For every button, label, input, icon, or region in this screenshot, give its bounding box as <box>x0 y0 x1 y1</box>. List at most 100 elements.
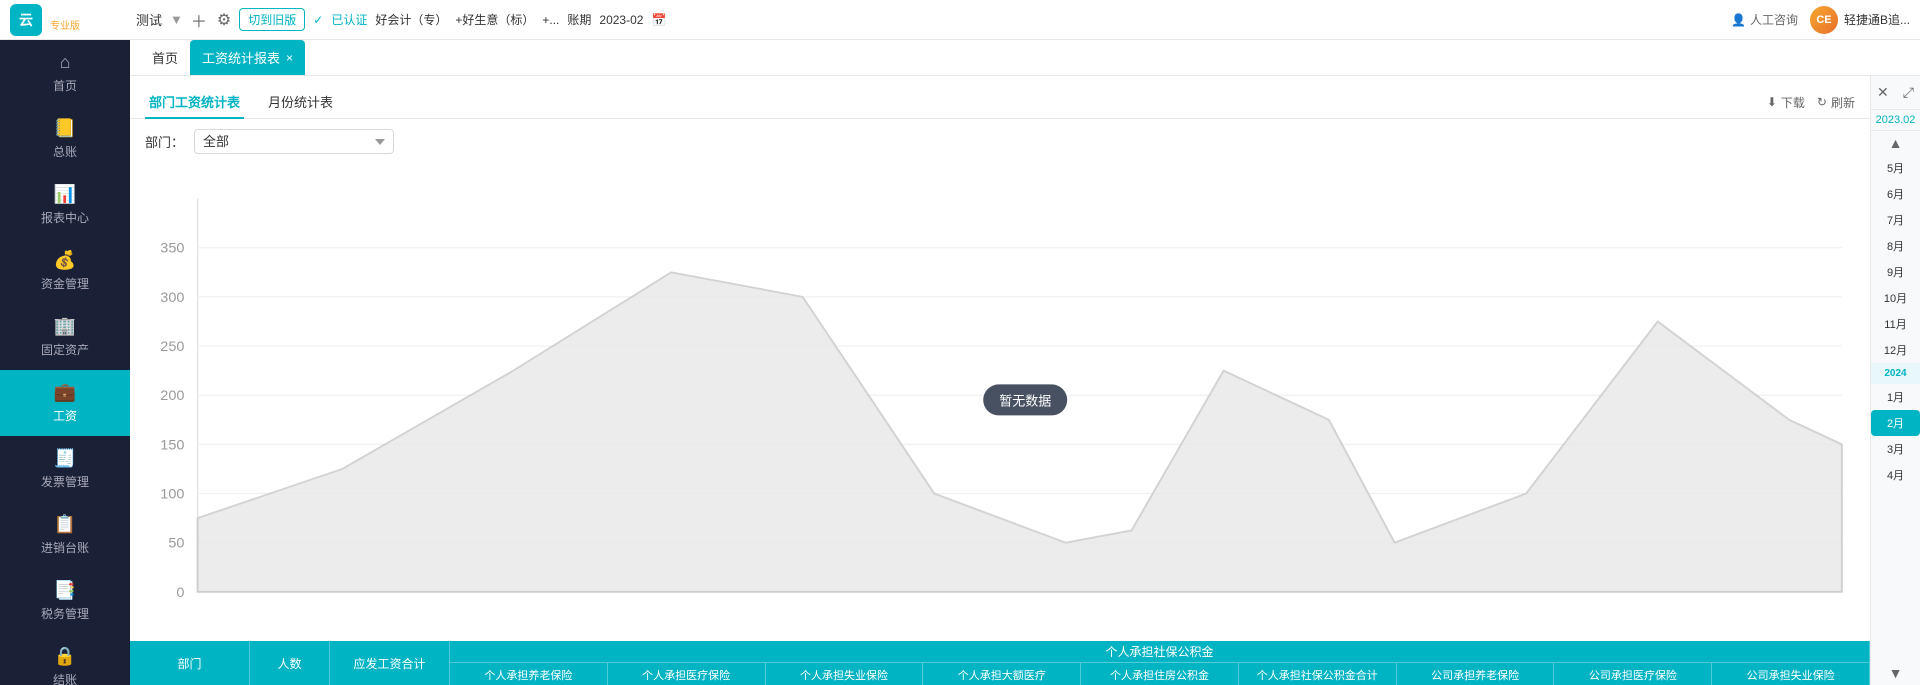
switch-button[interactable]: 切到旧版 <box>239 8 305 31</box>
sidebar-label-总账: 总账 <box>53 143 77 160</box>
status-good: 好会计（专） <box>375 11 447 28</box>
sidebar-item-发票管理[interactable]: 🧾 发票管理 <box>0 436 130 502</box>
header-left: 云 畅捷通好会计 专业版 <box>10 4 116 36</box>
avatar: CE <box>1810 6 1838 34</box>
tab-home[interactable]: 首页 <box>140 40 190 75</box>
dept-filter-select[interactable]: 全部财务部销售部行政部技术部 <box>194 129 394 154</box>
sub-tabs: 部门工资统计表 月份统计表 ⬇ 下载 ↻ 刷新 <box>130 76 1870 119</box>
month-9[interactable]: 9月 <box>1871 259 1920 285</box>
status-business: +好生意（标） <box>455 11 534 28</box>
col-company-pension: 公司承担养老保险 <box>1397 663 1555 685</box>
scroll-up-button[interactable]: ▲ <box>1885 131 1907 155</box>
sidebar-label-首页: 首页 <box>53 77 77 94</box>
page-content: 部门工资统计表 月份统计表 ⬇ 下载 ↻ 刷新 <box>130 76 1920 685</box>
test-label: 测试 <box>136 10 162 29</box>
sidebar-item-进销台账[interactable]: 📋进销台账 <box>0 502 130 568</box>
svg-text:350: 350 <box>160 240 184 255</box>
col-personal-total: 个人承担社保公积金合计 <box>1239 663 1397 685</box>
close-panel-button[interactable]: ✕ <box>1877 84 1889 101</box>
filter-bar: 部门： 全部财务部销售部行政部技术部 <box>130 119 1870 164</box>
sidebar-item-报表中心[interactable]: 📊 报表中心 <box>0 172 130 238</box>
expand-panel-button[interactable]: ⤢ <box>1903 84 1914 101</box>
app-name: 畅捷通好会计 <box>50 6 116 20</box>
month-2024-3[interactable]: 3月 <box>1871 436 1920 462</box>
sidebar-item-资金管理[interactable]: 💰资金管理 <box>0 238 130 304</box>
col-personal-major-medical: 个人承担大额医疗 <box>923 663 1081 685</box>
sidebar-label-资金管理: 资金管理 <box>41 275 89 292</box>
sub-tab-actions: ⬇ 下载 ↻ 刷新 <box>1767 94 1855 111</box>
col-company-unemployment: 公司承担失业保险 <box>1712 663 1869 685</box>
help-icon: 👤 <box>1731 13 1746 27</box>
month-2024-4[interactable]: 4月 <box>1871 462 1920 488</box>
col-count: 人数 <box>250 641 330 685</box>
svg-text:150: 150 <box>160 437 184 452</box>
svg-text:0: 0 <box>176 584 184 599</box>
sidebar-icon-总账: 📒 <box>54 118 76 139</box>
svg-text:200: 200 <box>160 388 184 403</box>
col-dept: 部门 <box>130 641 250 685</box>
settings-icon[interactable]: ⚙ <box>217 10 231 30</box>
sidebar-item-首页[interactable]: ⌂ 首页 <box>0 40 130 106</box>
sidebar-icon-税务管理: 📑 <box>54 580 76 601</box>
svg-text:100: 100 <box>160 486 184 501</box>
month-7[interactable]: 7月 <box>1871 207 1920 233</box>
col-personal-unemployment: 个人承担失业保险 <box>766 663 924 685</box>
current-date-label: 2023.02 <box>1871 110 1920 131</box>
download-button[interactable]: ⬇ 下载 <box>1767 94 1805 111</box>
col-personal-pension: 个人承担养老保险 <box>450 663 608 685</box>
scroll-down-button[interactable]: ▼ <box>1885 661 1907 685</box>
download-icon: ⬇ <box>1767 95 1777 109</box>
refresh-button[interactable]: ↻ 刷新 <box>1817 94 1855 111</box>
sidebar-item-税务管理[interactable]: 📑税务管理 <box>0 568 130 634</box>
sidebar-item-固定资产[interactable]: 🏢固定资产 <box>0 304 130 370</box>
tab-close-button[interactable]: × <box>286 51 293 65</box>
active-tab-label: 工资统计报表 <box>202 48 280 67</box>
group-sub-cols: 个人承担养老保险 个人承担医疗保险 个人承担失业保险 个人承担大额医疗 个人承担… <box>450 663 1869 685</box>
sidebar-item-总账[interactable]: 📒 总账 <box>0 106 130 172</box>
month-8[interactable]: 8月 <box>1871 233 1920 259</box>
calendar-icon[interactable]: 📅 <box>651 13 666 27</box>
certified-icon: ✓ <box>313 13 323 27</box>
chart-area: 350 300 250 200 150 100 50 0 暂无数据 <box>130 164 1870 641</box>
header-center: 测试 ▼ ＋ ⚙ 切到旧版 ✓ 已认证 好会计（专） +好生意（标） +... … <box>136 8 1731 32</box>
sidebar-icon-固定资产: 🏢 <box>54 316 76 337</box>
month-10[interactable]: 10月 <box>1871 285 1920 311</box>
content-area: 首页 工资统计报表 × 部门工资统计表 月份统计表 ⬇ 下载 <box>130 40 1920 685</box>
month-2024-2[interactable]: 2月 <box>1871 410 1920 436</box>
help-button[interactable]: 👤 人工咨询 <box>1731 11 1798 28</box>
sidebar-item-结账[interactable]: 🔒 结账 <box>0 634 130 685</box>
add-icon[interactable]: ＋ <box>191 8 207 32</box>
month-11[interactable]: 11月 <box>1871 311 1920 337</box>
dropdown-icon[interactable]: ▼ <box>170 12 183 27</box>
period-value: 2023-02 <box>599 13 643 27</box>
logo-text: 畅捷通好会计 专业版 <box>50 6 116 33</box>
header-status: ✓ 已认证 好会计（专） +好生意（标） +... 账期 2023-02 📅 <box>313 11 666 28</box>
tab-month[interactable]: 月份统计表 <box>264 86 337 119</box>
month-5[interactable]: 5月 <box>1871 155 1920 181</box>
sidebar-item-工资[interactable]: 💼工资 <box>0 370 130 436</box>
col-group-personal: 个人承担社保公积金 个人承担养老保险 个人承担医疗保险 个人承担失业保险 个人承… <box>450 641 1870 685</box>
sidebar-label-报表中心: 报表中心 <box>41 209 89 226</box>
sidebar-label-发票管理: 发票管理 <box>41 473 89 490</box>
sidebar-icon-报表中心: 📊 <box>54 184 76 205</box>
header-icons: ＋ ⚙ <box>191 8 231 32</box>
month-6[interactable]: 6月 <box>1871 181 1920 207</box>
tab-dept[interactable]: 部门工资统计表 <box>145 86 244 119</box>
tab-bar: 首页 工资统计报表 × <box>130 40 1920 76</box>
tab-active[interactable]: 工资统计报表 × <box>190 40 305 75</box>
sidebar-icon-结账: 🔒 <box>54 646 76 667</box>
app-sub: 专业版 <box>50 20 116 33</box>
download-label: 下载 <box>1781 94 1805 111</box>
month-12[interactable]: 12月 <box>1871 337 1920 363</box>
right-panel: ✕ ⤢ 2023.02 ▲ 5月 6月 7月 8月 9月 10月 11月 12月… <box>1870 76 1920 685</box>
sidebar-icon-发票管理: 🧾 <box>54 448 76 469</box>
col-personal-medical: 个人承担医疗保险 <box>608 663 766 685</box>
sidebar-label-结账: 结账 <box>53 671 77 685</box>
period-label: 账期 <box>567 11 591 28</box>
user-info: CE 轻捷通B追... <box>1810 6 1910 34</box>
sidebar-icon-首页: ⌂ <box>60 52 71 73</box>
top-header: 云 畅捷通好会计 专业版 测试 ▼ ＋ ⚙ 切到旧版 ✓ 已认证 好会计（专） … <box>0 0 1920 40</box>
month-2024-1[interactable]: 1月 <box>1871 384 1920 410</box>
help-label: 人工咨询 <box>1750 11 1798 28</box>
table-footer: 部门 人数 应发工资合计 个人承担社保公积金 个人承担养老保险 个人承担医疗保险… <box>130 641 1870 685</box>
